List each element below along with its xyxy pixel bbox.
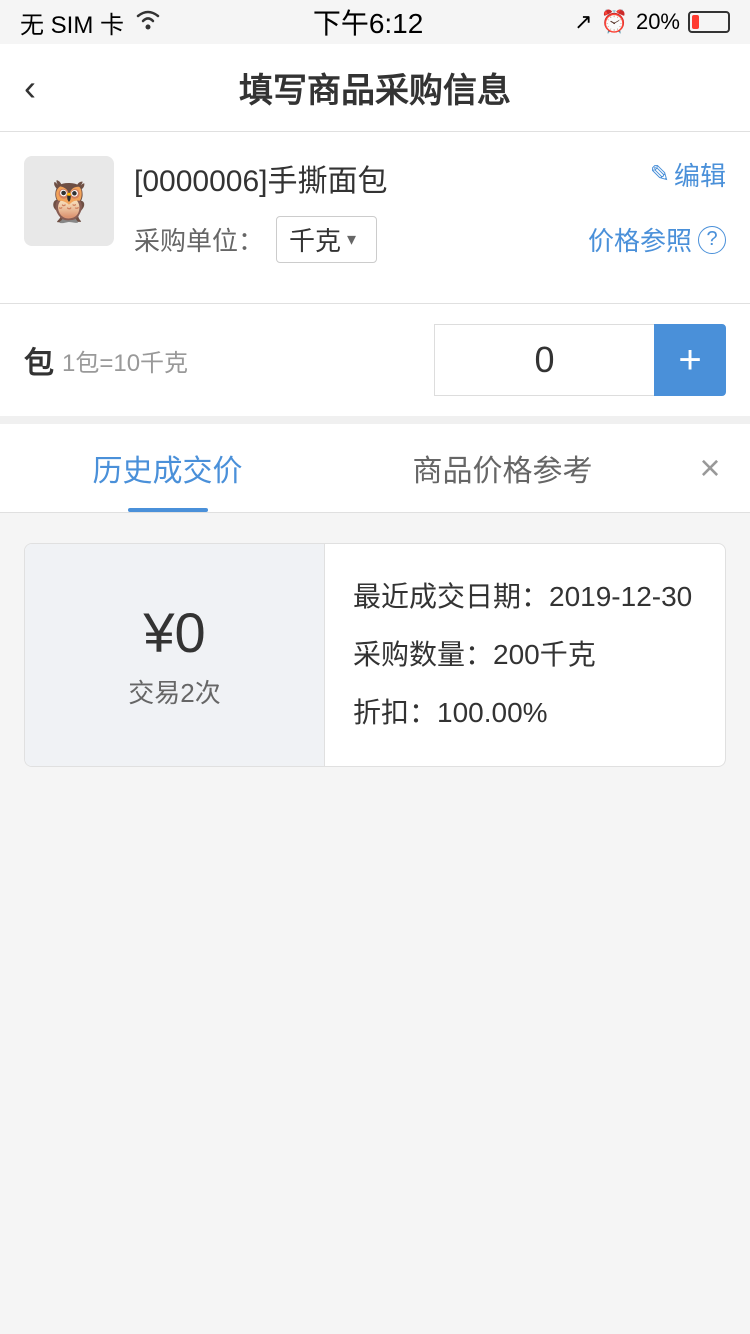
product-name: [0000006]手撕面包 xyxy=(134,156,387,200)
history-card-details-section: 最近成交日期：2019-12-30 采购数量：200千克 折扣：100.00% xyxy=(325,544,725,766)
price-ref-button[interactable]: 价格参照 ? xyxy=(588,221,726,258)
carrier-text: 无 SIM 卡 xyxy=(20,5,124,40)
history-discount-row: 折扣：100.00% xyxy=(353,692,697,734)
quantity-plus-button[interactable]: + xyxy=(654,324,726,396)
status-icons: ↗ ⏰ 20% xyxy=(574,9,730,35)
tabs-container: 历史成交价 商品价格参考 × xyxy=(0,424,750,513)
quantity-control: 0 + xyxy=(434,324,726,396)
package-ratio: 1包=10千克 xyxy=(62,343,188,378)
quantity-input[interactable]: 0 xyxy=(434,324,654,396)
status-bar: 无 SIM 卡 下午6:12 ↗ ⏰ 20% xyxy=(0,0,750,44)
product-thumbnail: 🦉 xyxy=(24,156,114,246)
unit-select[interactable]: 千克 ▾ xyxy=(276,216,377,263)
tab-history-price[interactable]: 历史成交价 xyxy=(0,424,335,512)
tab-active-indicator xyxy=(128,508,208,512)
edit-icon: ✎ xyxy=(650,160,670,189)
nav-bar: ‹ 填写商品采购信息 xyxy=(0,44,750,132)
tab-price-label: 商品价格参考 xyxy=(413,446,593,490)
plus-icon: + xyxy=(678,340,701,380)
history-card: ¥0 交易2次 最近成交日期：2019-12-30 采购数量：200千克 折扣：… xyxy=(24,543,726,767)
battery-icon xyxy=(688,11,730,33)
quantity-bar: 包 1包=10千克 0 + xyxy=(0,304,750,424)
tab-close-button[interactable]: × xyxy=(670,424,750,512)
unit-value: 千克 xyxy=(289,221,341,258)
help-icon: ? xyxy=(698,226,726,254)
package-label: 包 xyxy=(24,338,54,382)
tab-history-label: 历史成交价 xyxy=(93,446,243,490)
history-discount-value: 100.00% xyxy=(437,697,548,728)
page-title: 填写商品采购信息 xyxy=(239,63,511,112)
tab-price-reference[interactable]: 商品价格参考 xyxy=(335,424,670,512)
history-content: ¥0 交易2次 最近成交日期：2019-12-30 采购数量：200千克 折扣：… xyxy=(0,513,750,1113)
history-discount-label: 折扣： xyxy=(353,697,437,728)
product-unit-row: 采购单位： 千克 ▾ xyxy=(134,216,387,263)
unit-select-arrow-icon: ▾ xyxy=(347,229,356,250)
edit-label: 编辑 xyxy=(674,156,726,193)
battery-percent: 20% xyxy=(636,9,680,35)
history-transactions: 交易2次 xyxy=(128,673,220,710)
history-date-label: 最近成交日期： xyxy=(353,581,549,612)
alarm-icon: ⏰ xyxy=(601,9,628,35)
history-quantity-row: 采购数量：200千克 xyxy=(353,634,697,676)
location-icon: ↗ xyxy=(574,9,592,35)
history-price: ¥0 xyxy=(143,600,205,665)
history-date-row: 最近成交日期：2019-12-30 xyxy=(353,576,697,618)
status-carrier: 无 SIM 卡 xyxy=(20,5,162,40)
history-date-value: 2019-12-30 xyxy=(549,581,692,612)
price-ref-label: 价格参照 xyxy=(588,221,692,258)
product-card: 🦉 [0000006]手撕面包 采购单位： 千克 ▾ ✎ 编辑 价格参照 xyxy=(0,132,750,304)
wifi-icon xyxy=(134,8,162,37)
quantity-value: 0 xyxy=(534,339,554,381)
edit-button[interactable]: ✎ 编辑 xyxy=(650,156,726,193)
status-time: 下午6:12 xyxy=(313,2,424,42)
quantity-label: 包 1包=10千克 xyxy=(24,338,188,382)
history-card-price-section: ¥0 交易2次 xyxy=(25,544,325,766)
product-logo-icon: 🦉 xyxy=(44,178,94,225)
product-info: [0000006]手撕面包 采购单位： 千克 ▾ xyxy=(134,156,387,263)
close-icon: × xyxy=(699,447,720,489)
unit-label: 采购单位： xyxy=(134,221,264,258)
history-quantity-value: 200千克 xyxy=(493,639,596,670)
history-quantity-label: 采购数量： xyxy=(353,639,493,670)
back-button[interactable]: ‹ xyxy=(24,67,36,109)
product-actions: ✎ 编辑 价格参照 ? xyxy=(588,156,726,258)
